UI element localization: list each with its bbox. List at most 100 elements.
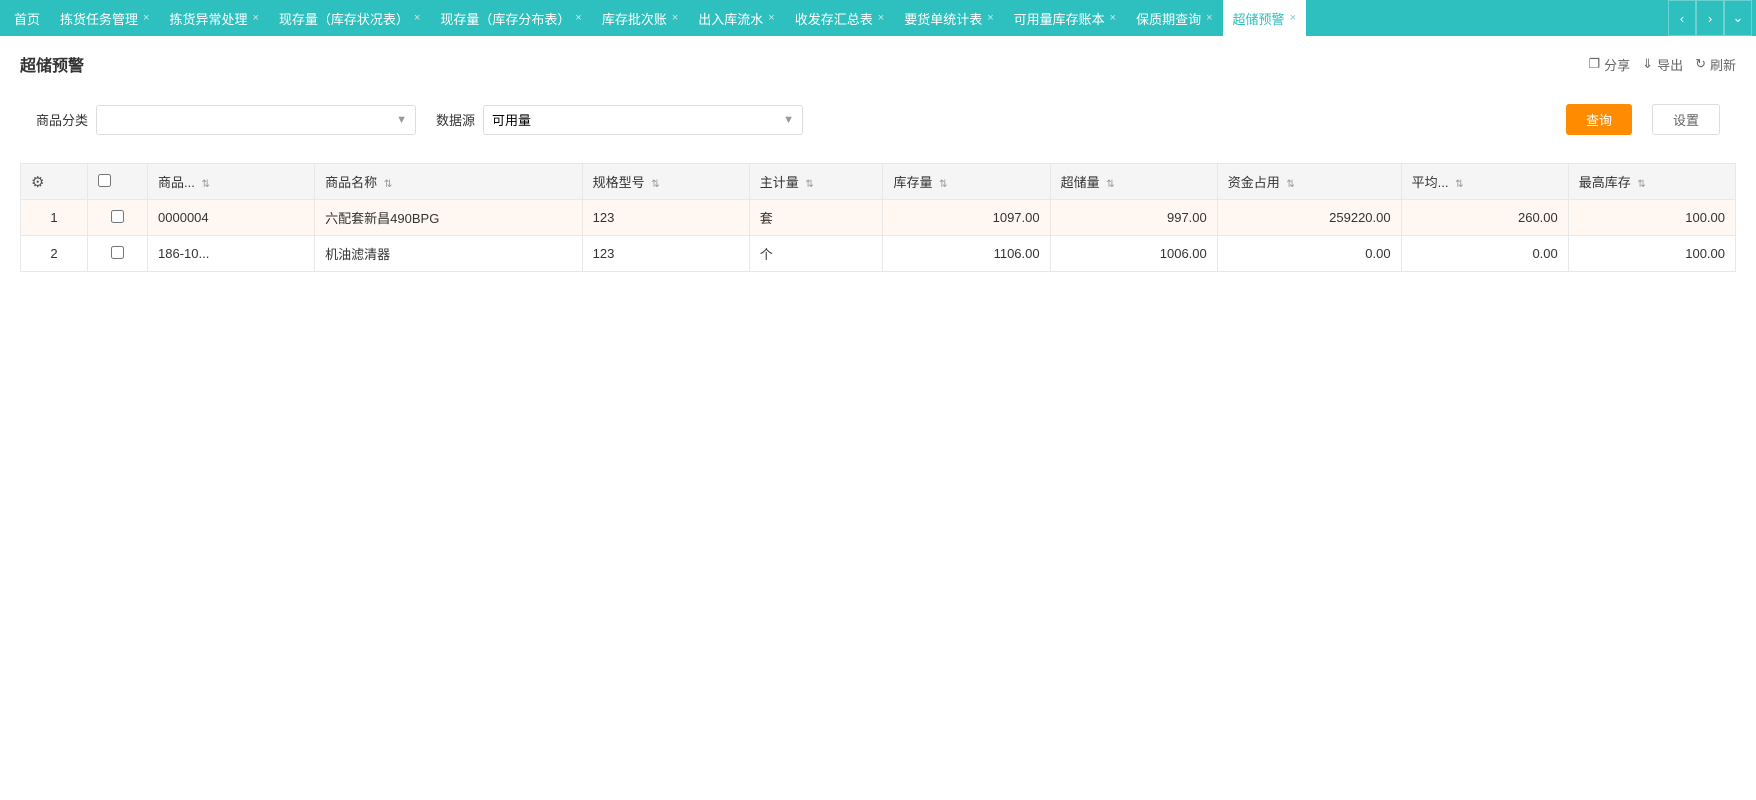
share-icon: ❐ [1588, 56, 1600, 72]
col-header-checkbox[interactable] [87, 164, 147, 200]
datasource-value: 可用量 [492, 110, 531, 129]
sort-icon-name: ⇅ [384, 179, 392, 190]
col-header-unit[interactable]: 主计量 ⇅ [749, 164, 883, 200]
page-title: 超储预警 [20, 52, 84, 76]
table-header-row: ⚙ 商品... ⇅ 商品名称 ⇅ 规格型号 ⇅ 主计量 [21, 164, 1736, 200]
col-header-capital[interactable]: 资金占用 ⇅ [1217, 164, 1401, 200]
nav-batch-account[interactable]: 库存批次账 × [592, 0, 688, 36]
nav-next-arrow[interactable]: › [1696, 0, 1724, 36]
cell-avg: 260.00 [1401, 200, 1568, 236]
table-row: 1 0000004 六配套新昌490BPG 123 套 1097.00 997.… [21, 200, 1736, 236]
col-header-spec[interactable]: 规格型号 ⇅ [582, 164, 749, 200]
sort-icon-excess: ⇅ [1106, 179, 1114, 190]
row-checkbox[interactable] [111, 246, 124, 259]
cell-avg: 0.00 [1401, 236, 1568, 272]
close-icon[interactable]: × [987, 12, 993, 24]
col-header-name[interactable]: 商品名称 ⇅ [315, 164, 582, 200]
filter-bar: 商品分类 ▼ 数据源 可用量 ▼ 查询 设置 [20, 92, 1736, 147]
datasource-filter: 数据源 可用量 ▼ [436, 105, 803, 135]
export-icon: ⇓ [1642, 56, 1653, 72]
share-button[interactable]: ❐ 分享 [1588, 55, 1630, 74]
col-header-settings[interactable]: ⚙ [21, 164, 88, 200]
page-header: 超储预警 ❐ 分享 ⇓ 导出 ↻ 刷新 [20, 52, 1736, 76]
refresh-icon: ↻ [1695, 56, 1706, 72]
col-header-excess[interactable]: 超储量 ⇅ [1050, 164, 1217, 200]
cell-index: 1 [21, 200, 88, 236]
cell-maxstock: 100.00 [1568, 236, 1735, 272]
cell-stock: 1097.00 [883, 200, 1050, 236]
cell-unit: 套 [749, 200, 883, 236]
sort-icon-capital: ⇅ [1286, 179, 1294, 190]
nav-prev-arrow[interactable]: ‹ [1668, 0, 1696, 36]
cell-capital: 259220.00 [1217, 200, 1401, 236]
nav-home[interactable]: 首页 [4, 0, 50, 36]
close-icon[interactable]: × [878, 12, 884, 24]
row-checkbox[interactable] [111, 210, 124, 223]
sort-icon-stock: ⇅ [939, 179, 947, 190]
settings-icon[interactable]: ⚙ [31, 174, 44, 191]
cell-excess: 997.00 [1050, 200, 1217, 236]
category-filter: 商品分类 ▼ [36, 105, 416, 135]
col-header-code[interactable]: 商品... ⇅ [148, 164, 315, 200]
close-icon[interactable]: × [252, 12, 258, 24]
chevron-down-icon: ▼ [783, 114, 794, 126]
select-all-checkbox[interactable] [98, 174, 111, 187]
close-icon[interactable]: × [414, 12, 420, 24]
header-actions: ❐ 分享 ⇓ 导出 ↻ 刷新 [1588, 55, 1736, 74]
nav-flow[interactable]: 出入库流水 × [688, 0, 784, 36]
cell-spec: 123 [582, 236, 749, 272]
cell-unit: 个 [749, 236, 883, 272]
nav-quality-check[interactable]: 保质期查询 × [1126, 0, 1222, 36]
sort-icon-avg: ⇅ [1455, 179, 1463, 190]
nav-available-stock[interactable]: 可用量库存账本 × [1004, 0, 1126, 36]
col-header-stock[interactable]: 库存量 ⇅ [883, 164, 1050, 200]
col-header-avg[interactable]: 平均... ⇅ [1401, 164, 1568, 200]
nav-menu-arrow[interactable]: ⌄ [1724, 0, 1752, 36]
cell-maxstock: 100.00 [1568, 200, 1735, 236]
close-icon[interactable]: × [575, 12, 581, 24]
table-row: 2 186-10... 机油滤清器 123 个 1106.00 1006.00 … [21, 236, 1736, 272]
nav-exception[interactable]: 拣货异常处理 × [159, 0, 268, 36]
cell-checkbox[interactable] [87, 236, 147, 272]
close-icon[interactable]: × [672, 12, 678, 24]
datasource-label: 数据源 [436, 110, 475, 129]
settings-button[interactable]: 设置 [1652, 104, 1720, 135]
close-icon[interactable]: × [1110, 12, 1116, 24]
cell-code: 186-10... [148, 236, 315, 272]
cell-stock: 1106.00 [883, 236, 1050, 272]
nav-demand-stats[interactable]: 要货单统计表 × [894, 0, 1003, 36]
refresh-button[interactable]: ↻ 刷新 [1695, 55, 1736, 74]
top-nav-bar: 首页 拣货任务管理 × 拣货异常处理 × 现存量（库存状况表） × 现存量（库存… [0, 0, 1756, 36]
nav-stock-dist[interactable]: 现存量（库存分布表） × [430, 0, 591, 36]
nav-overstock-alert[interactable]: 超储预警 × [1223, 0, 1306, 36]
cell-code: 0000004 [148, 200, 315, 236]
cell-checkbox[interactable] [87, 200, 147, 236]
page-content: 超储预警 ❐ 分享 ⇓ 导出 ↻ 刷新 商品分类 ▼ 数据源 [0, 36, 1756, 800]
export-button[interactable]: ⇓ 导出 [1642, 55, 1683, 74]
datasource-select[interactable]: 可用量 ▼ [483, 105, 803, 135]
nav-summary[interactable]: 收发存汇总表 × [785, 0, 894, 36]
cell-index: 2 [21, 236, 88, 272]
category-select[interactable]: ▼ [96, 105, 416, 135]
cell-name: 六配套新昌490BPG [315, 200, 582, 236]
cell-capital: 0.00 [1217, 236, 1401, 272]
chevron-down-icon: ▼ [396, 114, 407, 126]
close-icon[interactable]: × [1206, 12, 1212, 24]
cell-excess: 1006.00 [1050, 236, 1217, 272]
sort-icon-unit: ⇅ [805, 179, 813, 190]
filter-buttons: 查询 [1566, 104, 1632, 135]
nav-arrows: ‹ › ⌄ [1668, 0, 1752, 36]
sort-icon-maxstock: ⇅ [1637, 179, 1645, 190]
col-header-maxstock[interactable]: 最高库存 ⇅ [1568, 164, 1735, 200]
category-label: 商品分类 [36, 110, 88, 129]
close-icon[interactable]: × [768, 12, 774, 24]
sort-icon-code: ⇅ [202, 179, 210, 190]
cell-spec: 123 [582, 200, 749, 236]
close-icon[interactable]: × [1290, 12, 1296, 24]
close-icon[interactable]: × [143, 12, 149, 24]
nav-task-mgmt[interactable]: 拣货任务管理 × [50, 0, 159, 36]
data-table: ⚙ 商品... ⇅ 商品名称 ⇅ 规格型号 ⇅ 主计量 [20, 163, 1736, 272]
nav-stock-status[interactable]: 现存量（库存状况表） × [269, 0, 430, 36]
query-button[interactable]: 查询 [1566, 104, 1632, 135]
sort-icon-spec: ⇅ [651, 179, 659, 190]
